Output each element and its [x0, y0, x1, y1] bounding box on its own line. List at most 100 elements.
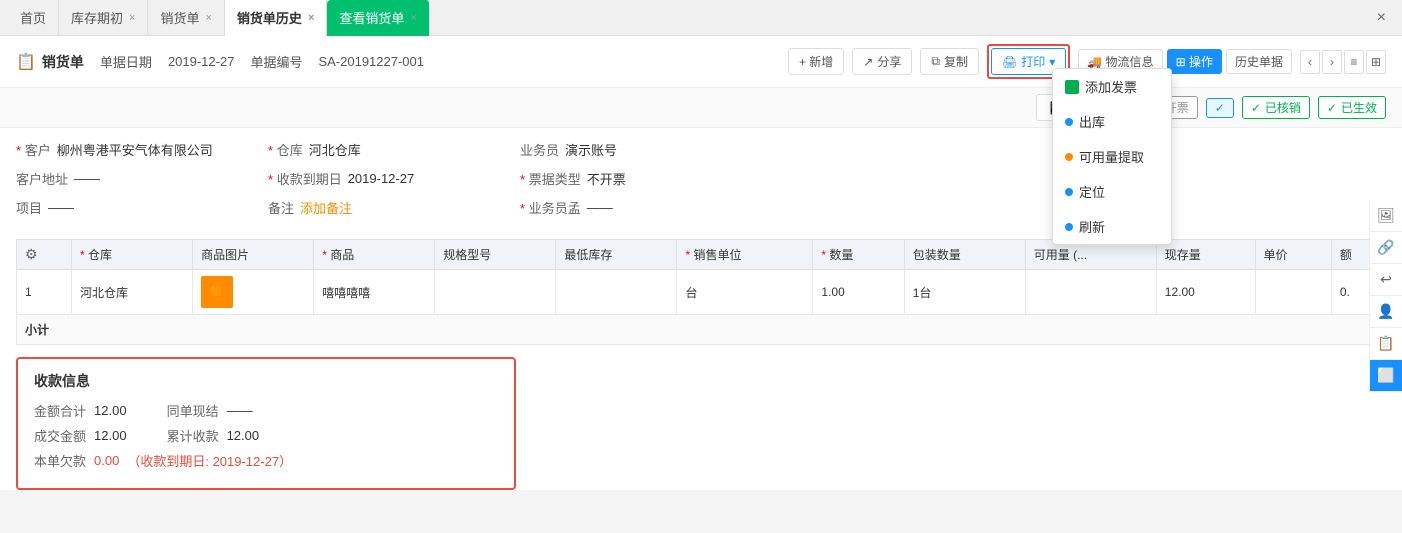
col-unit-price: 单价 — [1255, 240, 1331, 270]
row-index: 1 — [17, 270, 72, 315]
note-field: 备注 添加备注 — [268, 198, 488, 217]
ticket-type-value: 不开票 — [587, 169, 626, 188]
next-arrow[interactable]: › — [1322, 50, 1342, 74]
doc-no-label: 单据编号 — [250, 52, 302, 71]
sidebar-link-icon[interactable]: 🔗 — [1370, 232, 1402, 264]
locate-item[interactable]: 定位 — [1053, 174, 1171, 209]
form-section: * 客户 柳州粤港平安气体有限公司 * 仓库 河北仓库 业务员 演示账号 客户地… — [0, 128, 1402, 239]
check-icon: ✓ — [1251, 101, 1261, 115]
col-warehouse: * 仓库 — [72, 240, 193, 270]
col-quantity: * 数量 — [813, 240, 904, 270]
row-quantity: 1.00 — [813, 270, 904, 315]
tab-home[interactable]: 首页 — [8, 0, 59, 36]
sold-button[interactable]: ✓ 已核销 — [1242, 96, 1310, 119]
effect-button[interactable]: ✓ 已生效 — [1318, 96, 1386, 119]
row-sales-unit: 台 — [677, 270, 813, 315]
col-spec: 规格型号 — [435, 240, 556, 270]
payment-title: 收款信息 — [34, 371, 498, 391]
deal-amount-value: 12.00 — [94, 428, 127, 443]
sidebar-expand-icon[interactable]: ⬜ — [1370, 360, 1402, 392]
sidebar-image-icon[interactable]: 🖼 — [1370, 200, 1402, 232]
sidebar-return-icon[interactable]: ↩ — [1370, 264, 1402, 296]
locate-icon — [1065, 188, 1073, 196]
add-invoice-icon — [1065, 80, 1079, 94]
warehouse-value: 河北仓库 — [309, 140, 361, 159]
tab-inventory-init[interactable]: 库存期初 × — [59, 0, 148, 36]
available-pickup-item[interactable]: 可用量提取 — [1053, 139, 1171, 174]
main-content: 📋 销货单 单据日期 2019-12-27 单据编号 SA-20191227-0… — [0, 36, 1402, 490]
effect-check-icon: ✓ — [1327, 101, 1337, 115]
ticket-type-field: * 票据类型 不开票 — [520, 169, 740, 188]
form-row-1: * 客户 柳州粤港平安气体有限公司 * 仓库 河北仓库 业务员 演示账号 — [16, 140, 1386, 159]
refresh-item[interactable]: 刷新 — [1053, 209, 1171, 244]
staff2-field: * 业务员孟 —— — [520, 198, 740, 217]
row-warehouse: 河北仓库 — [72, 270, 193, 315]
project-field: 项目 —— — [16, 198, 236, 217]
project-value: —— — [48, 200, 74, 215]
staff-value: 演示账号 — [565, 140, 617, 159]
payment-row-2: 成交金额 12.00 累计收款 12.00 — [34, 426, 498, 445]
total-amount-value: 12.00 — [94, 403, 127, 418]
tab-view-sales-close[interactable]: × — [410, 12, 416, 24]
nav-arrows: ‹ › ≡ ⊞ — [1300, 50, 1386, 74]
tab-sales-history[interactable]: 销货单历史 × — [225, 0, 327, 36]
col-stock: 现存量 — [1156, 240, 1255, 270]
warehouse-field: * 仓库 河北仓库 — [268, 140, 488, 159]
payment-same-order: 同单现结 —— — [167, 401, 253, 420]
cumulative-label: 累计收款 — [167, 426, 219, 445]
copy-button[interactable]: ⧉ 复制 — [920, 48, 979, 75]
same-order-value: —— — [227, 403, 253, 418]
logistics-icon: 🚚 — [1087, 55, 1102, 69]
col-product: * 商品 — [314, 240, 435, 270]
list-view-icon[interactable]: ≡ — [1344, 50, 1364, 74]
tab-inventory-init-close[interactable]: × — [129, 12, 135, 24]
tab-view-sales[interactable]: 查看销货单 × — [327, 0, 429, 36]
doc-date-label: 单据日期 — [100, 52, 152, 71]
share-icon: ↗ — [863, 55, 873, 69]
row-product-img: 🟧 — [193, 270, 314, 315]
history-tab[interactable]: 历史单据 — [1226, 49, 1292, 74]
staff2-value: —— — [587, 200, 613, 215]
tab-sales-history-close[interactable]: × — [308, 12, 314, 24]
customer-addr-value: —— — [74, 171, 100, 186]
sidebar-doc-icon[interactable]: 📋 — [1370, 328, 1402, 360]
confirm-button[interactable]: ✓ — [1206, 98, 1234, 118]
add-note-button[interactable]: 添加备注 — [300, 198, 352, 217]
table-section: ⚙ * 仓库 商品图片 * 商品 规格型号 最低库存 * 销售单位 * 数量 包… — [16, 239, 1386, 345]
table-wrapper: ⚙ * 仓库 商品图片 * 商品 规格型号 最低库存 * 销售单位 * 数量 包… — [16, 239, 1386, 345]
due-date-value: 2019-12-27 — [348, 171, 415, 186]
share-button[interactable]: ↗ 分享 — [852, 48, 912, 75]
prev-arrow[interactable]: ‹ — [1300, 50, 1320, 74]
sidebar-user-icon[interactable]: 👤 — [1370, 296, 1402, 328]
col-settings[interactable]: ⚙ — [17, 240, 72, 270]
window-close-button[interactable]: × — [1369, 9, 1394, 27]
payment-section: 收款信息 金额合计 12.00 同单现结 —— 成交金额 12.00 累计收款 … — [16, 357, 516, 490]
payment-row-1: 金额合计 12.00 同单现结 —— — [34, 401, 498, 420]
tab-sales-order-close[interactable]: × — [205, 12, 211, 24]
customer-value: 柳州粤港平安气体有限公司 — [57, 140, 213, 159]
data-table: ⚙ * 仓库 商品图片 * 商品 规格型号 最低库存 * 销售单位 * 数量 包… — [16, 239, 1386, 345]
due-date-field: * 收款到期日 2019-12-27 — [268, 169, 488, 188]
form-row-3: 项目 —— 备注 添加备注 * 业务员孟 —— — [16, 198, 1386, 217]
right-sidebar: 🖼 🔗 ↩ 👤 📋 ⬜ — [1369, 200, 1402, 392]
warehouse-out-item[interactable]: 出库 — [1053, 104, 1171, 139]
new-button[interactable]: + 新增 — [788, 48, 844, 75]
tab-bar: 首页 库存期初 × 销货单 × 销货单历史 × 查看销货单 × × — [0, 0, 1402, 36]
operate-tab[interactable]: ⊞ 操作 — [1167, 49, 1222, 74]
row-available — [1025, 270, 1156, 315]
col-pack-qty: 包装数量 — [904, 240, 1025, 270]
doc-header: 📋 销货单 单据日期 2019-12-27 单据编号 SA-20191227-0… — [0, 36, 1402, 88]
grid-view-icon[interactable]: ⊞ — [1366, 50, 1386, 74]
subtotal-row: 小计 — [17, 315, 1386, 345]
add-invoice-item[interactable]: 添加发票 — [1053, 69, 1171, 104]
doc-date-value: 2019-12-27 — [168, 54, 235, 69]
row-unit-price — [1255, 270, 1331, 315]
confirm-icon: ✓ — [1215, 101, 1225, 115]
doc-no-value: SA-20191227-001 — [318, 54, 424, 69]
owe-label: 本单欠款 — [34, 451, 86, 470]
settings-icon: ⚙ — [25, 246, 38, 262]
product-image: 🟧 — [201, 276, 233, 308]
customer-addr-field: 客户地址 —— — [16, 169, 236, 188]
payment-deal: 成交金额 12.00 — [34, 426, 127, 445]
tab-sales-order[interactable]: 销货单 × — [148, 0, 224, 36]
